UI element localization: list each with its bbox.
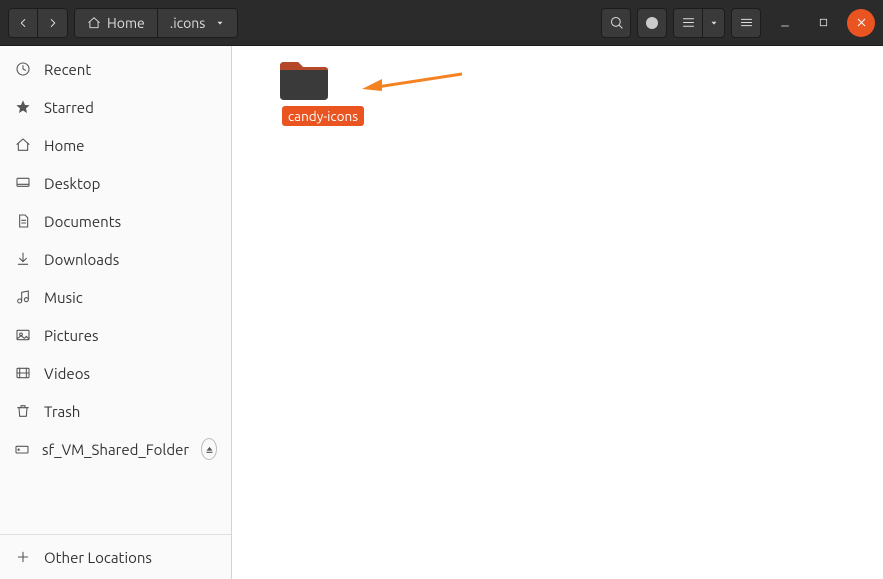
sidebar-item-starred[interactable]: Starred	[0, 88, 231, 126]
window-maximize-button[interactable]	[809, 9, 837, 37]
path-current-label: .icons	[170, 15, 206, 31]
pictures-icon	[14, 326, 32, 344]
download-icon	[14, 250, 32, 268]
clock-icon	[14, 60, 32, 78]
sidebar-item-videos[interactable]: Videos	[0, 354, 231, 392]
sidebar-item-label: Starred	[44, 99, 94, 116]
sidebar-item-other-locations[interactable]: Other Locations	[0, 534, 231, 579]
sidebar-item-home[interactable]: Home	[0, 126, 231, 164]
path-segment-home[interactable]: Home	[74, 8, 158, 38]
plus-icon	[14, 548, 32, 566]
annotation-arrow	[362, 66, 462, 96]
sidebar-item-label: Downloads	[44, 251, 119, 268]
titlebar: Home .icons	[0, 0, 883, 46]
sidebar-item-label: Pictures	[44, 327, 99, 344]
folder-item-label: candy-icons	[282, 106, 364, 126]
close-icon	[856, 17, 867, 28]
list-view-icon	[681, 15, 696, 30]
hamburger-menu-button[interactable]	[731, 8, 761, 38]
folder-item-candy-icons[interactable]: candy-icons	[278, 58, 368, 126]
view-options	[673, 8, 725, 38]
sidebar-item-pictures[interactable]: Pictures	[0, 316, 231, 354]
chevron-down-icon	[215, 18, 225, 28]
window-minimize-button[interactable]	[771, 9, 799, 37]
sidebar-item-label: Other Locations	[44, 549, 152, 566]
path-home-label: Home	[107, 15, 145, 31]
trash-icon	[14, 402, 32, 420]
sidebar: Recent Starred Home Desktop Documents	[0, 46, 232, 579]
zoom-indicator[interactable]	[637, 8, 667, 38]
forward-button[interactable]	[38, 8, 68, 38]
path-bar: Home .icons	[74, 8, 238, 38]
music-icon	[14, 288, 32, 306]
eject-button[interactable]	[201, 438, 217, 460]
circle-indicator-icon	[646, 17, 658, 29]
sidebar-item-downloads[interactable]: Downloads	[0, 240, 231, 278]
sidebar-item-documents[interactable]: Documents	[0, 202, 231, 240]
sidebar-item-label: Desktop	[44, 175, 100, 192]
sidebar-item-trash[interactable]: Trash	[0, 392, 231, 430]
nav-buttons	[8, 8, 68, 38]
list-view-button[interactable]	[673, 8, 703, 38]
documents-icon	[14, 212, 32, 230]
sidebar-item-label: Music	[44, 289, 83, 306]
home-icon	[87, 16, 101, 30]
drive-icon	[14, 440, 30, 458]
sidebar-item-recent[interactable]: Recent	[0, 50, 231, 88]
view-dropdown-button[interactable]	[703, 8, 725, 38]
window-close-button[interactable]	[847, 9, 875, 37]
sidebar-item-shared-folder[interactable]: sf_VM_Shared_Folder	[0, 430, 231, 468]
desktop-icon	[14, 174, 32, 192]
folder-icon	[278, 58, 368, 102]
file-view[interactable]: candy-icons	[232, 46, 883, 579]
sidebar-item-music[interactable]: Music	[0, 278, 231, 316]
maximize-icon	[818, 17, 829, 28]
body-area: Recent Starred Home Desktop Documents	[0, 46, 883, 579]
sidebar-item-label: sf_VM_Shared_Folder	[42, 441, 189, 458]
sidebar-item-desktop[interactable]: Desktop	[0, 164, 231, 202]
search-button[interactable]	[601, 8, 631, 38]
videos-icon	[14, 364, 32, 382]
sidebar-item-label: Trash	[44, 403, 80, 420]
search-icon	[609, 15, 624, 30]
chevron-down-icon	[709, 18, 719, 28]
path-segment-current[interactable]: .icons	[158, 8, 239, 38]
star-icon	[14, 98, 32, 116]
sidebar-item-label: Videos	[44, 365, 90, 382]
sidebar-item-label: Home	[44, 137, 84, 154]
sidebar-item-label: Recent	[44, 61, 91, 78]
hamburger-icon	[739, 15, 754, 30]
minimize-icon	[779, 17, 791, 29]
home-icon	[14, 136, 32, 154]
back-button[interactable]	[8, 8, 38, 38]
sidebar-item-label: Documents	[44, 213, 121, 230]
